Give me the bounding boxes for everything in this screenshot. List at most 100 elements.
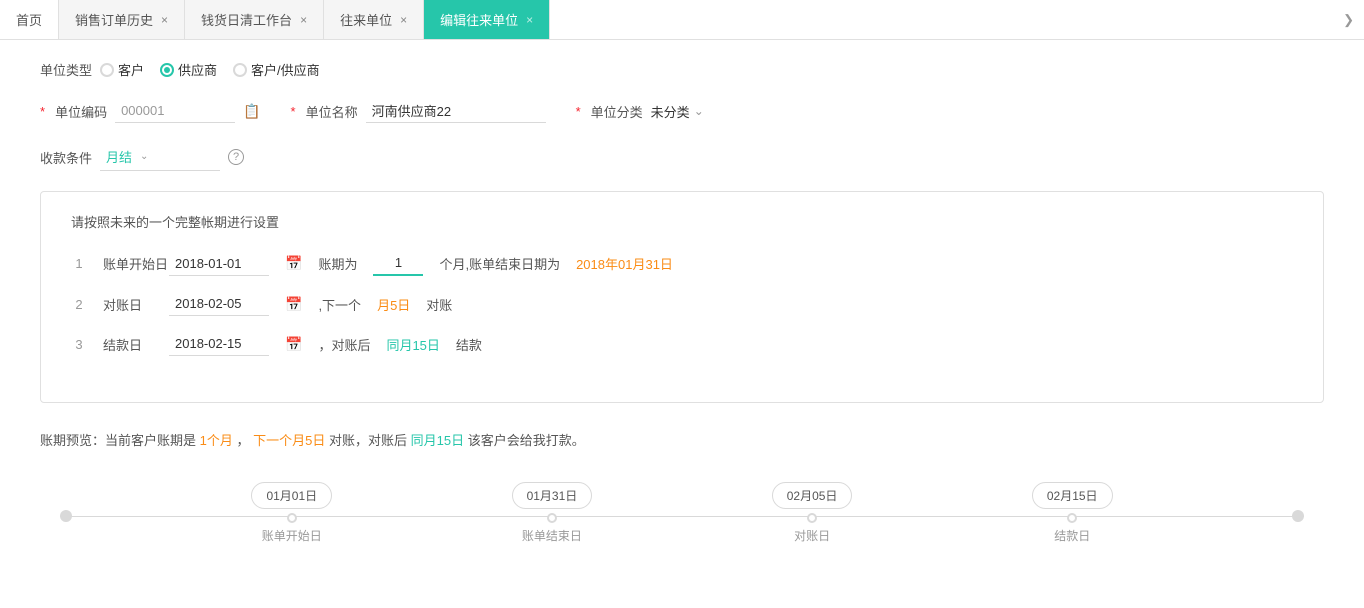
- timeline-badge-2: 01月31日: [512, 482, 593, 509]
- timeline-sub-1: 账单开始日: [262, 527, 322, 544]
- preview-part1: 1个月: [200, 433, 233, 448]
- timeline-start-circle: [60, 510, 72, 522]
- code-label: 单位编码: [55, 102, 107, 121]
- reconcile-date-calendar-icon[interactable]: 📅: [285, 296, 302, 313]
- timeline-sub-3: 对账日: [794, 527, 830, 544]
- radio-customer-label: 客户: [118, 60, 144, 79]
- preview-sep1: ，: [237, 433, 250, 448]
- timeline-badge-3: 02月05日: [772, 482, 853, 509]
- copy-icon[interactable]: 📋: [243, 103, 260, 120]
- close-sales-history[interactable]: ×: [161, 13, 168, 27]
- timeline-node-1: 01月01日 账单开始日: [251, 482, 332, 544]
- close-cash-work[interactable]: ×: [300, 13, 307, 27]
- payment-highlight: 同月15日: [386, 335, 439, 354]
- category-required: *: [576, 104, 581, 119]
- period-label: 账期为: [318, 254, 357, 273]
- payment-date-calendar-icon[interactable]: 📅: [285, 336, 302, 353]
- timeline-dot-4: [1067, 513, 1077, 523]
- category-select[interactable]: 未分类 ⌄: [651, 102, 771, 121]
- preview-text: 账期预览：当前客户账期是 1个月 ， 下一个月5日 对账，对账后 同月15日 该…: [40, 429, 1324, 452]
- radio-supplier[interactable]: 供应商: [160, 60, 217, 79]
- row-label-1: 账单开始日: [103, 254, 153, 273]
- preview-part2: 下一个月5日: [253, 433, 325, 448]
- code-input[interactable]: [115, 99, 235, 123]
- radio-supplier-label: 供应商: [178, 60, 217, 79]
- reconcile-desc-pre: ,下一个: [318, 295, 361, 314]
- timeline-node-3: 02月05日 对账日: [772, 482, 853, 544]
- code-name-row: * 单位编码 📋 * 单位名称 * 单位分类 未分类 ⌄: [40, 99, 1324, 123]
- payment-row: 收款条件 月结 ⌄ ?: [40, 143, 1324, 171]
- category-label: 单位分类: [591, 102, 643, 121]
- setting-row-1: 1 账单开始日 📅 账期为 个月,账单结束日期为 2018年01月31日: [71, 251, 1293, 276]
- timeline-dot-2: [547, 513, 557, 523]
- reconcile-desc-post: 对账: [426, 295, 452, 314]
- start-date-calendar-icon[interactable]: 📅: [285, 255, 302, 272]
- preview-sep2: 对账，对账后: [329, 433, 407, 448]
- help-icon[interactable]: ?: [228, 149, 244, 165]
- start-date-input[interactable]: [169, 252, 269, 276]
- name-group: * 单位名称: [291, 99, 546, 123]
- timeline-badge-4: 02月15日: [1032, 482, 1113, 509]
- timeline-node-4: 02月15日 结款日: [1032, 482, 1113, 544]
- payment-desc-pre: ，对账后: [318, 335, 370, 354]
- radio-supplier-circle: [160, 63, 174, 77]
- timeline-dot-3: [807, 513, 817, 523]
- name-input[interactable]: [366, 99, 546, 123]
- name-required: *: [291, 104, 296, 119]
- payment-group: 收款条件 月结 ⌄ ?: [40, 143, 244, 171]
- row-num-1: 1: [71, 256, 87, 271]
- radio-both-circle: [233, 63, 247, 77]
- radio-customer[interactable]: 客户: [100, 60, 144, 79]
- unit-type-row: 单位类型 客户 供应商 客户/供应商: [40, 60, 1324, 79]
- category-value: 未分类: [651, 102, 690, 121]
- tab-more-button[interactable]: ❯: [1333, 0, 1364, 39]
- setting-box: 请按照未来的一个完整帐期进行设置 1 账单开始日 📅 账期为 个月,账单结束日期…: [40, 191, 1324, 403]
- timeline-container: 01月01日 账单开始日 01月31日 账单结束日 02月05日 对账日: [60, 482, 1304, 544]
- payment-desc-post: 结款: [456, 335, 482, 354]
- timeline-dot-1: [287, 513, 297, 523]
- tab-bar: 首页 销售订单历史 × 钱货日清工作台 × 往来单位 × 编辑往来单位 × ❯: [0, 0, 1364, 40]
- code-group: * 单位编码 📋: [40, 99, 261, 123]
- timeline-nodes: 01月01日 账单开始日 01月31日 账单结束日 02月05日 对账日: [60, 482, 1304, 544]
- close-partner[interactable]: ×: [400, 13, 407, 27]
- radio-customer-circle: [100, 63, 114, 77]
- tab-partner[interactable]: 往来单位 ×: [324, 0, 424, 39]
- radio-both-label: 客户/供应商: [251, 60, 320, 79]
- period-end-date: 2018年01月31日: [576, 254, 673, 273]
- setting-row-3: 3 结款日 📅 ，对账后 同月15日 结款: [71, 332, 1293, 356]
- radio-both[interactable]: 客户/供应商: [233, 60, 320, 79]
- period-unit: 个月,账单结束日期为: [439, 254, 560, 273]
- payment-select[interactable]: 月结 ⌄: [100, 143, 220, 171]
- timeline-sub-2: 账单结束日: [522, 527, 582, 544]
- timeline-sub-4: 结款日: [1054, 527, 1090, 544]
- preview-part3: 同月15日: [411, 433, 464, 448]
- name-label: 单位名称: [306, 102, 358, 121]
- payment-value: 月结: [106, 147, 132, 166]
- preview-label: 账期预览：当前客户账期是: [40, 433, 196, 448]
- setting-row-2: 2 对账日 📅 ,下一个 月5日 对账: [71, 292, 1293, 316]
- close-edit-partner[interactable]: ×: [526, 13, 533, 27]
- unit-type-group: 单位类型 客户 供应商 客户/供应商: [40, 60, 320, 79]
- reconcile-date-input[interactable]: [169, 292, 269, 316]
- row-label-2: 对账日: [103, 295, 153, 314]
- timeline-badge-1: 01月01日: [251, 482, 332, 509]
- payment-chevron-down-icon: ⌄: [140, 151, 148, 162]
- tab-cash-work[interactable]: 钱货日清工作台 ×: [185, 0, 324, 39]
- reconcile-highlight: 月5日: [377, 295, 410, 314]
- category-chevron-down-icon: ⌄: [694, 104, 704, 118]
- payment-date-input[interactable]: [169, 332, 269, 356]
- tab-home[interactable]: 首页: [0, 0, 59, 39]
- main-content: 单位类型 客户 供应商 客户/供应商 * 单位编码: [0, 40, 1364, 608]
- row-num-2: 2: [71, 297, 87, 312]
- tab-edit-partner[interactable]: 编辑往来单位 ×: [424, 0, 550, 39]
- timeline-node-2: 01月31日 账单结束日: [512, 482, 593, 544]
- category-group: * 单位分类 未分类 ⌄: [576, 102, 771, 121]
- period-input[interactable]: [373, 251, 423, 276]
- timeline-end-dot: [1292, 482, 1304, 522]
- radio-group: 客户 供应商 客户/供应商: [100, 60, 320, 79]
- unit-type-label: 单位类型: [40, 60, 92, 79]
- preview-suffix: 该客户会给我打款。: [468, 433, 585, 448]
- tab-sales-history[interactable]: 销售订单历史 ×: [59, 0, 185, 39]
- code-required: *: [40, 104, 45, 119]
- row-num-3: 3: [71, 337, 87, 352]
